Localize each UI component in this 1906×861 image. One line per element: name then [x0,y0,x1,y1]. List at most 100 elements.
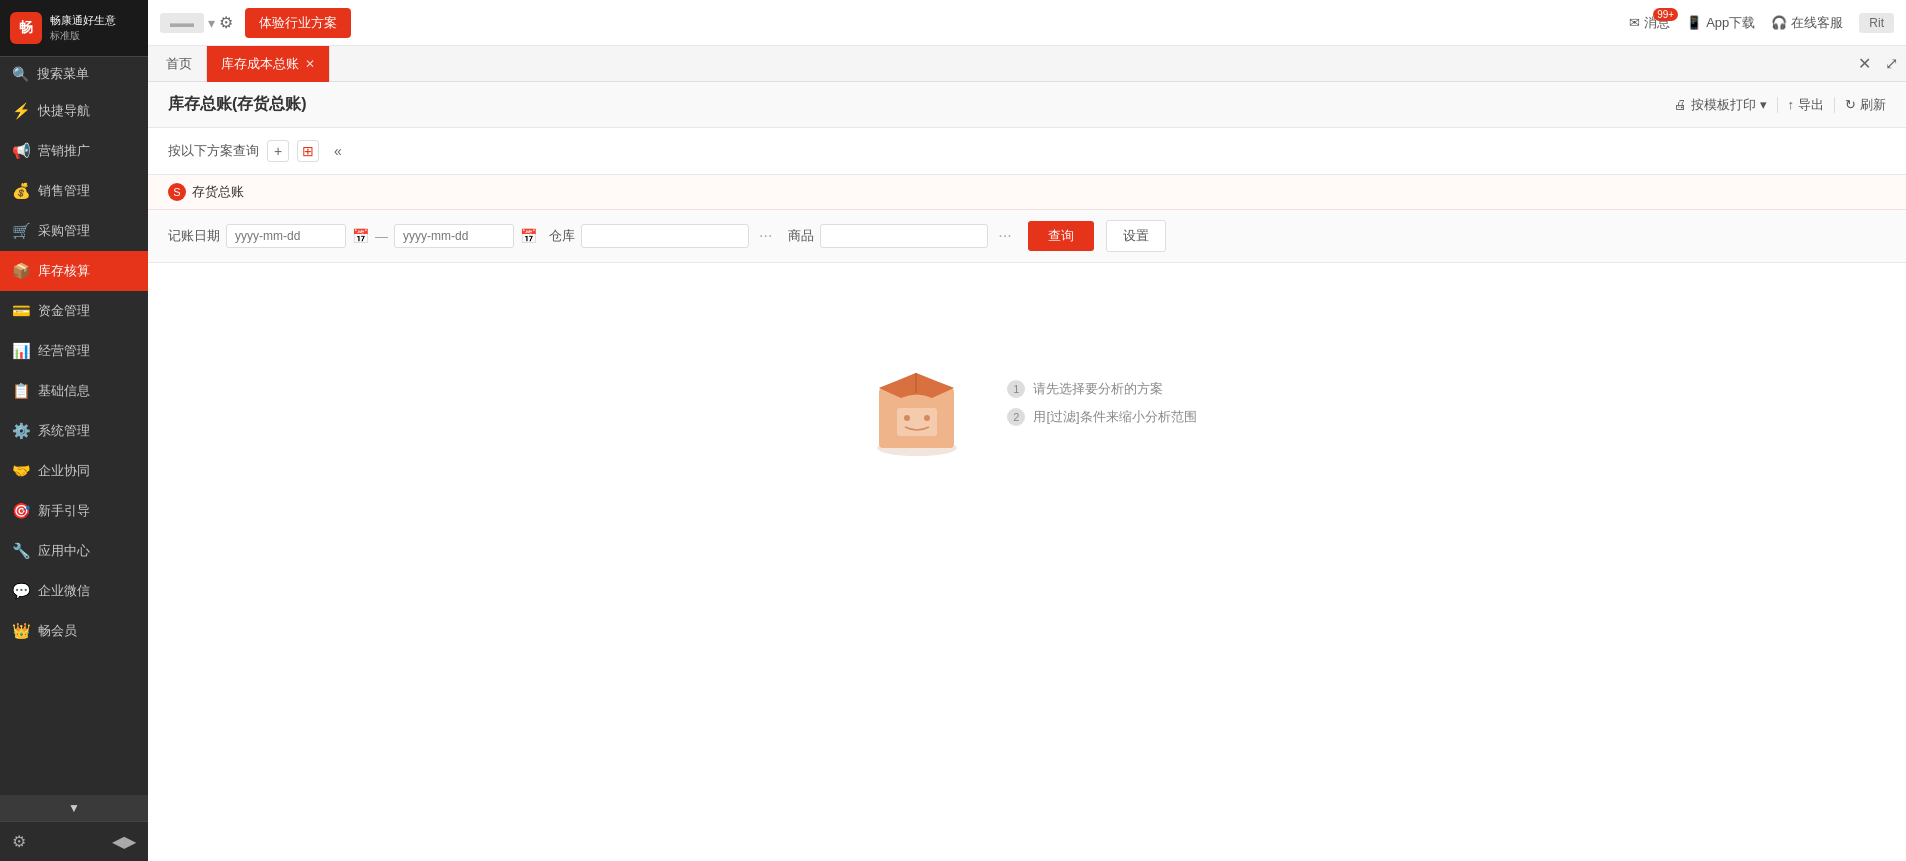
tab-close-icon[interactable]: ✕ [305,57,315,71]
filter-add-button[interactable]: + [267,140,289,162]
user-info[interactable]: Rit [1859,13,1894,33]
sidebar-item-system[interactable]: ⚙️ 系统管理 [0,411,148,451]
tab-home[interactable]: 首页 [152,46,207,82]
quick-nav-icon: ⚡ [12,102,30,120]
product-more-icon[interactable]: ··· [994,227,1015,245]
empty-svg [857,343,977,463]
system-icon: ⚙️ [12,422,30,440]
filter-label: 按以下方案查询 [168,142,259,160]
divider [1777,97,1778,113]
filter-collapse-button[interactable]: « [327,140,349,162]
sidebar-item-label: 基础信息 [38,382,90,400]
warehouse-more-icon[interactable]: ··· [755,227,776,245]
date-field: 记账日期 📅 — 📅 [168,224,537,248]
export-icon: ↑ [1788,97,1795,112]
expand-panel-button[interactable]: ⤢ [1881,50,1902,77]
settings-button[interactable]: 设置 [1106,220,1166,252]
refresh-icon: ↻ [1845,97,1856,112]
refresh-button[interactable]: ↻ 刷新 [1845,96,1886,114]
sidebar-item-marketing[interactable]: 📢 营销推广 [0,131,148,171]
sidebar-item-member[interactable]: 👑 畅会员 [0,611,148,651]
topbar: ▬▬ ▾ ⚙ 体验行业方案 ✉ 消息 99+ 📱 App下载 🎧 在线客服 Ri… [148,0,1906,46]
app-version: 标准版 [50,29,116,43]
scroll-down-button[interactable]: ▼ [0,795,148,821]
phone-icon: 📱 [1686,15,1702,30]
topbar-settings-icon[interactable]: ⚙ [219,13,233,32]
sidebar-item-operations[interactable]: 📊 经营管理 [0,331,148,371]
export-button[interactable]: ↑ 导出 [1788,96,1825,114]
sidebar-item-quick-nav[interactable]: ⚡ 快捷导航 [0,91,148,131]
message-button[interactable]: ✉ 消息 99+ [1629,14,1670,32]
printer-icon: 🖨 [1674,97,1687,112]
sidebar-item-purchase[interactable]: 🛒 采购管理 [0,211,148,251]
query-button[interactable]: 查询 [1028,221,1094,251]
schema-item: S 存货总账 [148,175,1906,210]
sidebar-item-label: 应用中心 [38,542,90,560]
sidebar-item-label: 快捷导航 [38,102,90,120]
page-actions: 🖨 按模板打印 ▾ ↑ 导出 ↻ 刷新 [1674,96,1887,114]
topbar-right: ✉ 消息 99+ 📱 App下载 🎧 在线客服 Rit [1629,13,1894,33]
sidebar-item-collab[interactable]: 🤝 企业协同 [0,451,148,491]
sidebar-item-basic[interactable]: 📋 基础信息 [0,371,148,411]
refresh-label: 刷新 [1860,96,1886,114]
empty-state: 1 请先选择要分析的方案 2 用[过滤]条件来缩小分析范围 [148,263,1906,543]
sidebar-item-finance[interactable]: 💳 资金管理 [0,291,148,331]
service-label: 在线客服 [1791,14,1843,32]
tip-text-2: 用[过滤]条件来缩小分析范围 [1033,408,1196,426]
sidebar-item-label: 新手引导 [38,502,90,520]
warehouse-input[interactable] [581,224,749,248]
svg-point-5 [924,415,930,421]
date-end-input[interactable] [394,224,514,248]
tip-number-1: 1 [1007,380,1025,398]
sidebar-item-label: 销售管理 [38,182,90,200]
sidebar-item-label: 经营管理 [38,342,90,360]
date-start-input[interactable] [226,224,346,248]
schema-item-label[interactable]: 存货总账 [192,183,244,201]
export-label: 导出 [1798,96,1824,114]
trial-button[interactable]: 体验行业方案 [245,8,351,38]
sidebar-footer: ⚙ ◀▶ [0,821,148,861]
search-icon: 🔍 [12,66,29,82]
settings-icon[interactable]: ⚙ [12,832,26,851]
apps-icon: 🔧 [12,542,30,560]
tab-inventory-ledger[interactable]: 库存成本总账 ✕ [207,46,330,82]
warehouse-label: 仓库 [549,227,575,245]
logo-icon: 畅 [10,12,42,44]
sidebar-item-wechat[interactable]: 💬 企业微信 [0,571,148,611]
sidebar-item-apps[interactable]: 🔧 应用中心 [0,531,148,571]
sidebar-item-inventory[interactable]: 📦 库存核算 [0,251,148,291]
sidebar-item-newbie[interactable]: 🎯 新手引导 [0,491,148,531]
calendar-end-icon[interactable]: 📅 [520,228,537,244]
product-input[interactable] [820,224,988,248]
topbar-left: ▬▬ ▾ ⚙ 体验行业方案 [160,8,1629,38]
sidebar-item-label: 采购管理 [38,222,90,240]
sidebar-item-sales[interactable]: 💰 销售管理 [0,171,148,211]
chevron-down-icon[interactable]: ▾ [208,15,215,31]
filter-row: 记账日期 📅 — 📅 仓库 ··· 商品 ··· 查询 设置 [148,210,1906,263]
tabbar-right: ✕ ⤢ [1854,50,1902,77]
sales-icon: 💰 [12,182,30,200]
collab-icon: 🤝 [12,462,30,480]
member-icon: 👑 [12,622,30,640]
purchase-icon: 🛒 [12,222,30,240]
empty-inner: 1 请先选择要分析的方案 2 用[过滤]条件来缩小分析范围 [857,343,1196,463]
page-title: 库存总账(存货总账) [168,94,307,115]
empty-tip-2: 2 用[过滤]条件来缩小分析范围 [1007,408,1196,426]
close-panel-button[interactable]: ✕ [1854,50,1875,77]
print-dropdown-icon[interactable]: ▾ [1760,97,1767,112]
print-label: 按模板打印 [1691,96,1756,114]
calendar-start-icon[interactable]: 📅 [352,228,369,244]
message-badge: 99+ [1653,8,1678,21]
app-download-label: App下载 [1706,14,1755,32]
warehouse-field: 仓库 ··· [549,224,776,248]
headset-icon: 🎧 [1771,15,1787,30]
online-service-button[interactable]: 🎧 在线客服 [1771,14,1843,32]
search-menu[interactable]: 🔍 搜索菜单 [0,57,148,91]
sidebar-item-label: 库存核算 [38,262,90,280]
inventory-icon: 📦 [12,262,30,280]
filter-schema-button[interactable]: ⊞ [297,140,319,162]
collapse-icon[interactable]: ◀▶ [112,832,136,851]
print-button[interactable]: 🖨 按模板打印 ▾ [1674,96,1767,114]
app-download-button[interactable]: 📱 App下载 [1686,14,1755,32]
tabbar: 首页 库存成本总账 ✕ ✕ ⤢ [148,46,1906,82]
